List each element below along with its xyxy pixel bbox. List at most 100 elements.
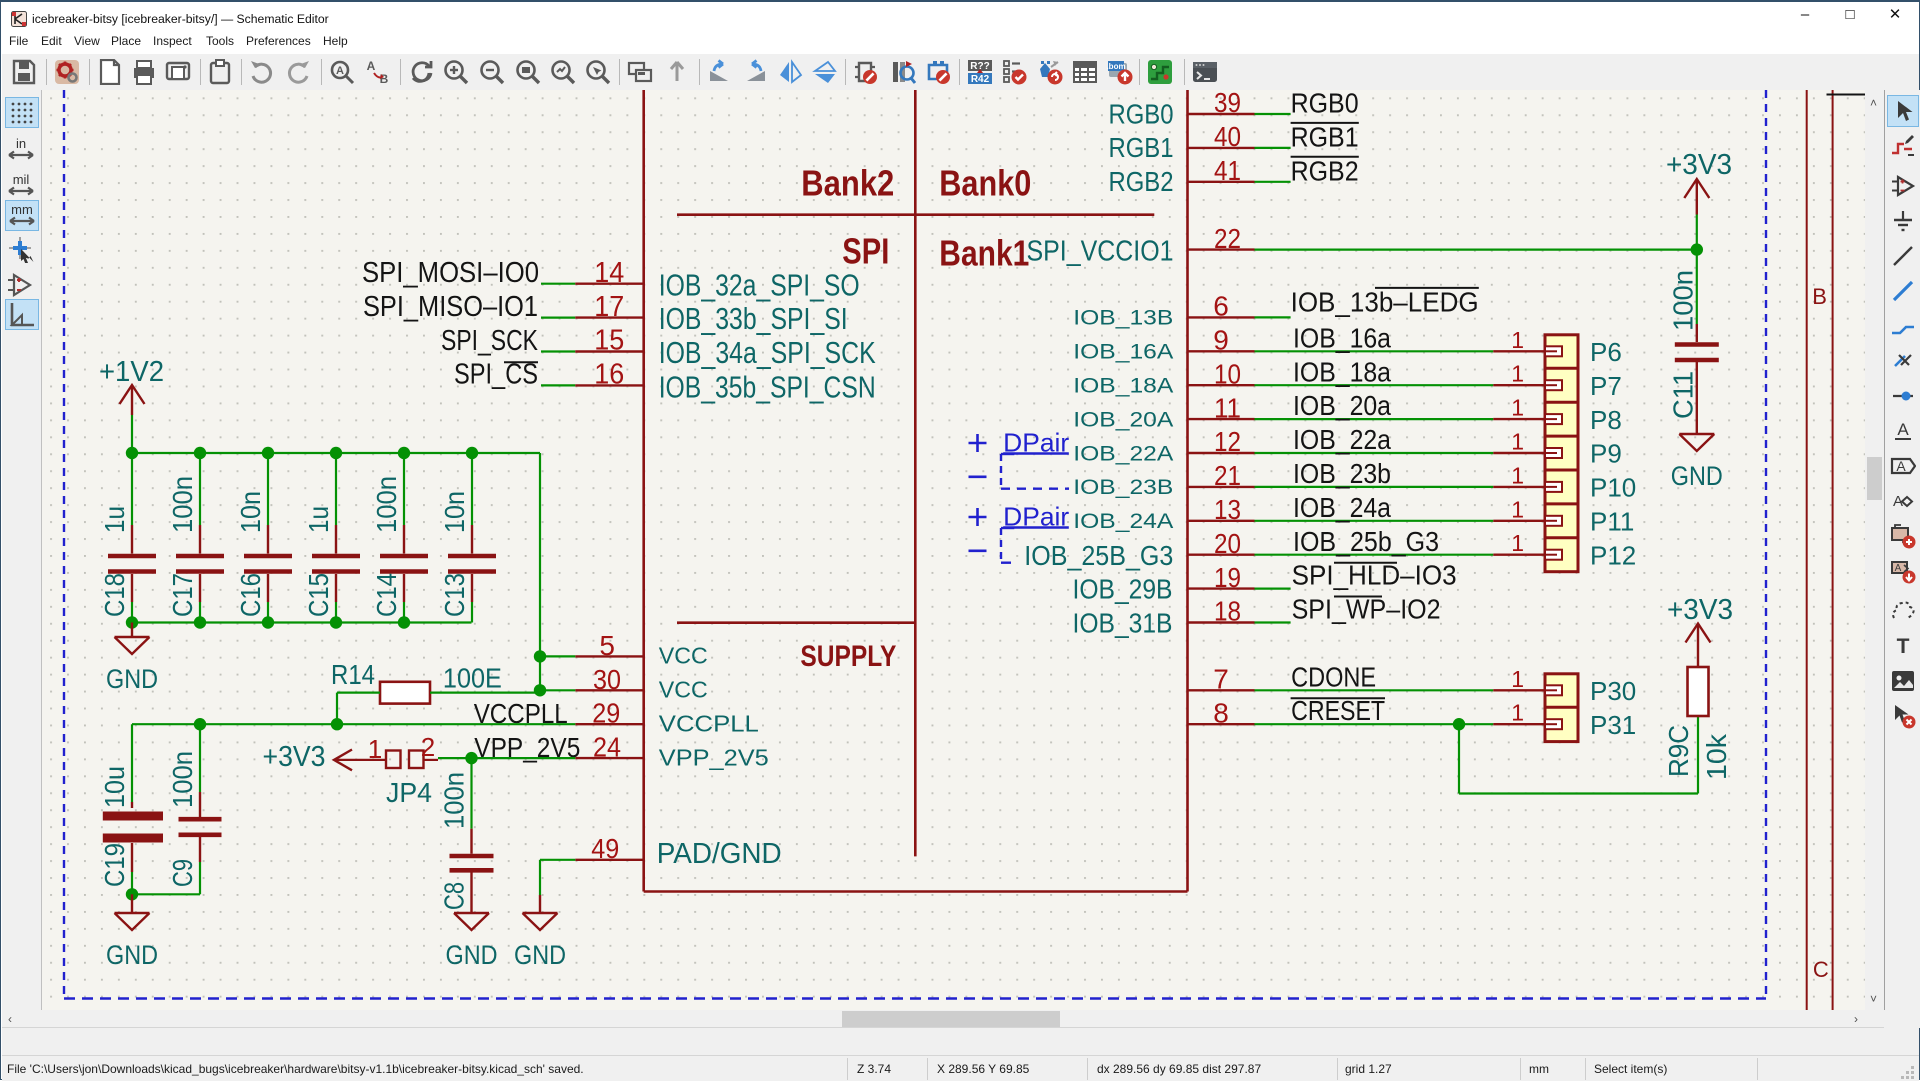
svg-text:100n: 100n <box>167 476 198 533</box>
svg-text:10n: 10n <box>235 491 266 533</box>
svg-text:1: 1 <box>1511 395 1524 421</box>
svg-text:8: 8 <box>1213 697 1229 728</box>
svg-text:CDONE: CDONE <box>1291 661 1376 692</box>
svg-text:C: C <box>1813 957 1829 982</box>
svg-text:GND: GND <box>106 940 158 970</box>
svg-text:RGB2: RGB2 <box>1291 155 1359 186</box>
svg-text:2: 2 <box>421 732 435 762</box>
svg-text:IOB_31B: IOB_31B <box>1073 608 1173 639</box>
svg-text:IOB_13B: IOB_13B <box>1073 307 1173 330</box>
svg-text:SPI_SCK: SPI_SCK <box>441 325 539 357</box>
svg-text:22: 22 <box>1214 223 1241 254</box>
svg-text:10k: 10k <box>1701 733 1732 780</box>
svg-text:9: 9 <box>1213 325 1229 356</box>
svg-text:SPI_MOSI–IO0: SPI_MOSI–IO0 <box>362 257 539 289</box>
svg-text:49: 49 <box>591 833 619 864</box>
svg-text:GND: GND <box>446 940 498 970</box>
svg-text:1: 1 <box>368 734 382 764</box>
svg-text:IOB_13b–LEDG: IOB_13b–LEDG <box>1291 287 1479 318</box>
svg-text:SUPPLY: SUPPLY <box>800 640 896 673</box>
svg-text:IOB_23b: IOB_23b <box>1293 458 1391 489</box>
svg-text:C8: C8 <box>439 882 470 910</box>
svg-text:21: 21 <box>1214 460 1241 491</box>
svg-text:1: 1 <box>1511 496 1524 522</box>
svg-text:1u: 1u <box>99 506 130 533</box>
svg-text:RGB1: RGB1 <box>1109 132 1174 163</box>
svg-text:39: 39 <box>1214 90 1241 118</box>
svg-text:IOB_29B: IOB_29B <box>1073 574 1173 605</box>
svg-text:PAD/GND: PAD/GND <box>657 838 782 870</box>
svg-text:mil: mil <box>13 172 30 187</box>
svg-text:VCCPLL: VCCPLL <box>659 710 759 736</box>
svg-text:B: B <box>380 72 389 85</box>
svg-text:Bank1: Bank1 <box>939 232 1029 273</box>
svg-text:VCC: VCC <box>659 643 708 669</box>
svg-text:in: in <box>16 136 26 151</box>
svg-text:19: 19 <box>1214 562 1241 593</box>
svg-text:RGB0: RGB0 <box>1109 98 1174 129</box>
svg-text:1: 1 <box>1511 429 1524 455</box>
svg-text:SPI_MISO–IO1: SPI_MISO–IO1 <box>363 291 538 323</box>
svg-text:30: 30 <box>593 664 621 695</box>
svg-text:P8: P8 <box>1590 405 1622 435</box>
svg-text:RGB0: RGB0 <box>1291 90 1359 119</box>
svg-text:IOB_23B: IOB_23B <box>1073 476 1173 499</box>
svg-text:18: 18 <box>1214 596 1241 627</box>
svg-text:13: 13 <box>1214 494 1241 525</box>
svg-text:1: 1 <box>1511 666 1524 692</box>
svg-text:1: 1 <box>1511 700 1524 726</box>
svg-text:RGB2: RGB2 <box>1109 166 1174 197</box>
svg-text:Bank0: Bank0 <box>939 162 1031 203</box>
svg-text:15: 15 <box>594 325 624 357</box>
svg-text:+3V3: +3V3 <box>1666 149 1732 181</box>
svg-text:T: T <box>1897 635 1910 658</box>
svg-text:VPP_2V5: VPP_2V5 <box>659 744 769 770</box>
svg-text:14: 14 <box>594 257 624 289</box>
svg-text:C9: C9 <box>167 859 198 887</box>
svg-text:C14: C14 <box>371 573 402 617</box>
svg-text:100n: 100n <box>371 476 402 533</box>
svg-text:+3V3: +3V3 <box>1667 594 1733 626</box>
svg-text:IOB_25B_G3: IOB_25B_G3 <box>1024 540 1173 571</box>
svg-text:1: 1 <box>1511 462 1524 488</box>
svg-text:C15: C15 <box>303 573 334 617</box>
svg-text:SPI_CS: SPI_CS <box>454 359 538 391</box>
svg-text:1u: 1u <box>303 506 334 533</box>
svg-text:IOB_35b_SPI_CSN: IOB_35b_SPI_CSN <box>659 369 876 404</box>
svg-text:P7: P7 <box>1590 371 1622 401</box>
svg-text:C18: C18 <box>99 573 130 617</box>
svg-text:100n: 100n <box>1668 270 1699 331</box>
svg-text:+3V3: +3V3 <box>263 741 326 773</box>
svg-text:IOB_16a: IOB_16a <box>1293 322 1391 353</box>
svg-text:R14: R14 <box>331 659 375 690</box>
svg-text:5: 5 <box>599 630 615 661</box>
svg-text:IOB_24a: IOB_24a <box>1293 492 1391 523</box>
svg-text:JP4: JP4 <box>386 777 432 808</box>
svg-text:C11: C11 <box>1668 371 1699 419</box>
svg-text:Bank2: Bank2 <box>801 162 894 203</box>
svg-text:IOB_18a: IOB_18a <box>1293 356 1391 387</box>
svg-text:IOB_20a: IOB_20a <box>1293 390 1391 421</box>
svg-text:A: A <box>1897 420 1909 439</box>
svg-text:IOB_25b_G3: IOB_25b_G3 <box>1293 526 1439 557</box>
svg-text:IOB_22a: IOB_22a <box>1293 424 1391 455</box>
svg-text:P30: P30 <box>1590 676 1636 706</box>
svg-text:RGB1: RGB1 <box>1291 121 1359 152</box>
svg-text:IOB_18A: IOB_18A <box>1073 375 1173 398</box>
svg-text:IOB_24A: IOB_24A <box>1073 510 1173 533</box>
svg-text:B: B <box>1812 284 1827 309</box>
svg-text:7: 7 <box>1213 664 1229 695</box>
svg-text:100E: 100E <box>443 663 502 694</box>
svg-text:16: 16 <box>594 359 624 391</box>
svg-text:6: 6 <box>1213 291 1229 322</box>
svg-text:C17: C17 <box>167 573 198 617</box>
svg-text:IOB_22A: IOB_22A <box>1073 442 1173 465</box>
svg-text:24: 24 <box>593 731 621 762</box>
svg-text:11: 11 <box>1214 392 1241 423</box>
svg-text:CRESET: CRESET <box>1291 695 1385 726</box>
svg-text:GND: GND <box>106 664 158 694</box>
svg-text:12: 12 <box>1214 426 1241 457</box>
svg-text:IOB_34a_SPI_SCK: IOB_34a_SPI_SCK <box>659 335 876 370</box>
svg-text:IOB_16A: IOB_16A <box>1073 341 1173 364</box>
svg-text:P6: P6 <box>1590 337 1622 367</box>
